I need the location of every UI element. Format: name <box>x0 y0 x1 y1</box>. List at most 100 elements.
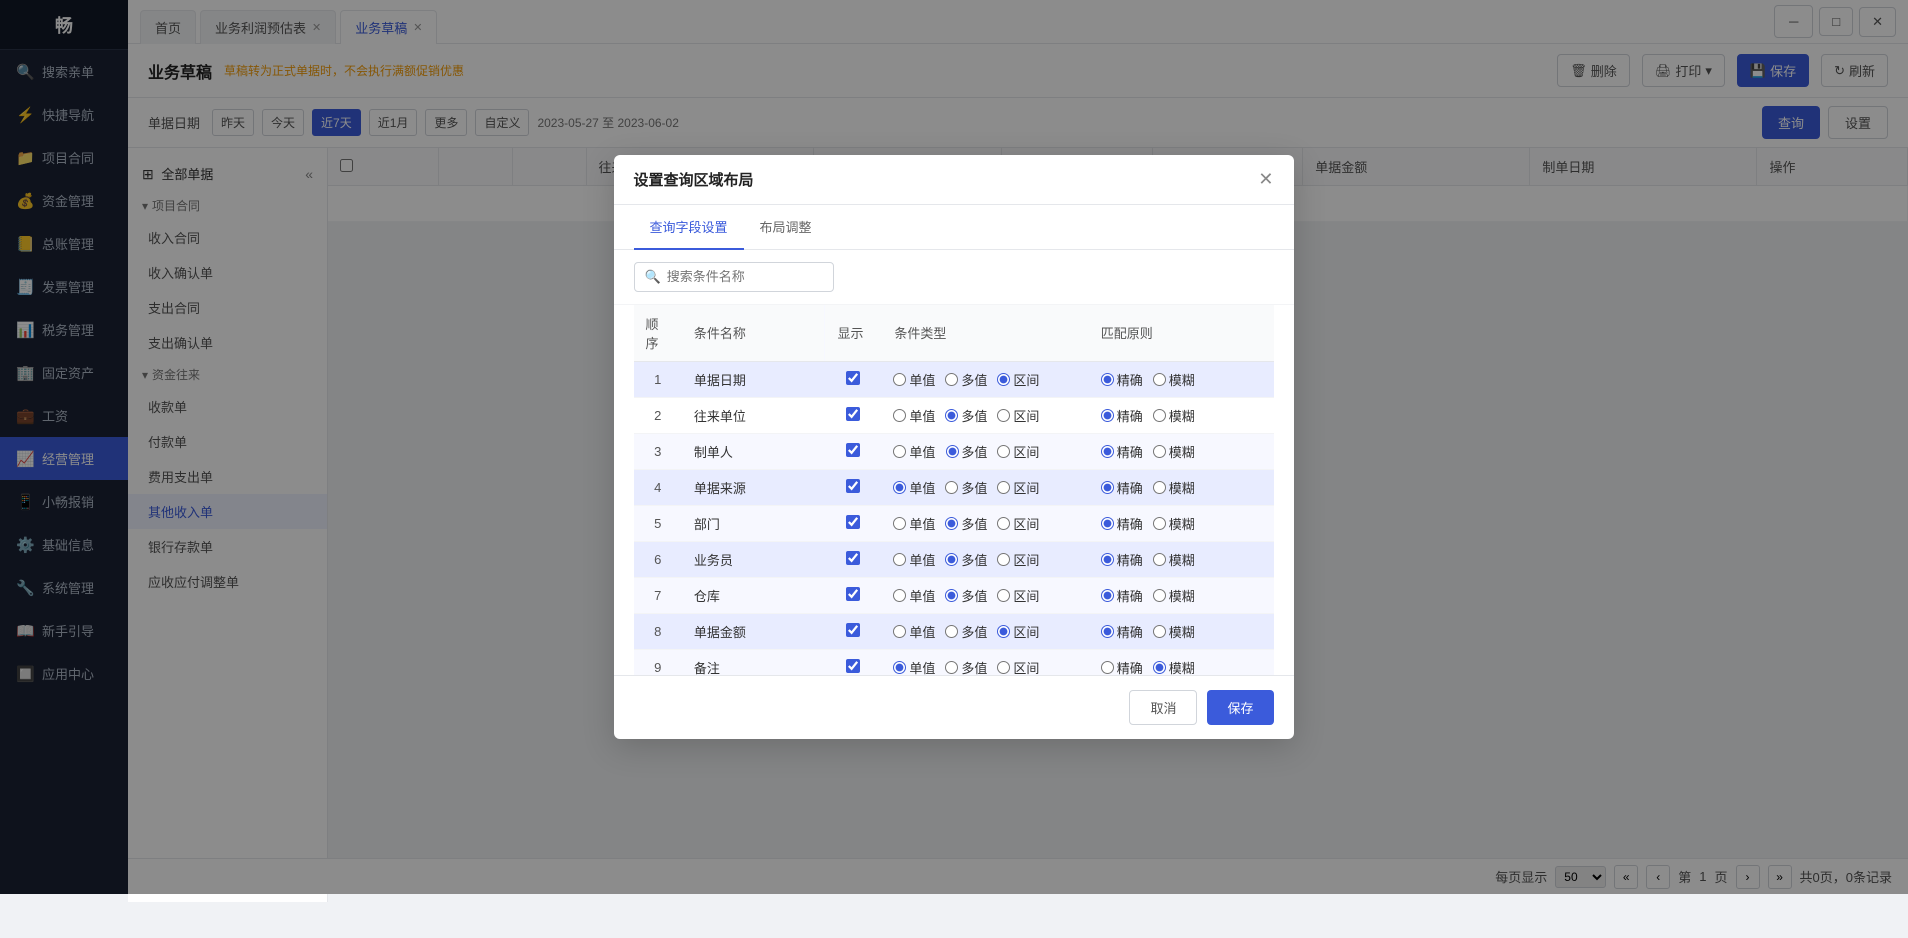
row-match-cell[interactable]: 精确模糊 <box>1089 578 1274 614</box>
type-radio-item[interactable]: 单值 <box>894 442 936 461</box>
row-show-cell[interactable] <box>825 398 882 434</box>
row-show-cell[interactable] <box>825 650 882 676</box>
row-show-cell[interactable] <box>825 578 882 614</box>
row-type-cell[interactable]: 单值多值区间 <box>882 434 1089 470</box>
row-order: 1 <box>634 362 682 398</box>
type-radio-item[interactable]: 多值 <box>946 478 988 497</box>
cancel-button[interactable]: 取消 <box>1130 690 1198 725</box>
type-radio-item[interactable]: 多值 <box>946 442 988 461</box>
modal-close-button[interactable]: ✕ <box>1259 169 1274 190</box>
row-type-cell[interactable]: 单值多值区间 <box>882 650 1089 676</box>
row-match-cell[interactable]: 精确模糊 <box>1089 398 1274 434</box>
modal-search-input[interactable] <box>667 270 827 285</box>
settings-table-row: 6业务员单值多值区间精确模糊 <box>634 542 1274 578</box>
row-condition-name: 部门 <box>682 506 825 542</box>
show-checkbox[interactable] <box>846 515 860 529</box>
type-radio-item[interactable]: 单值 <box>894 622 936 641</box>
modal-body: 查询字段设置 布局调整 🔍 顺序 条件名称 显示 条件类型 <box>614 205 1294 675</box>
type-radio-item[interactable]: 区间 <box>998 406 1040 425</box>
match-radio-item[interactable]: 模糊 <box>1153 406 1195 425</box>
row-match-cell[interactable]: 精确模糊 <box>1089 362 1274 398</box>
type-radio-item[interactable]: 单值 <box>894 478 936 497</box>
match-radio-item[interactable]: 模糊 <box>1153 442 1195 461</box>
match-radio-item[interactable]: 精确 <box>1101 622 1143 641</box>
match-radio-item[interactable]: 精确 <box>1101 514 1143 533</box>
type-radio-item[interactable]: 多值 <box>946 550 988 569</box>
match-radio-item[interactable]: 精确 <box>1101 658 1143 675</box>
show-checkbox[interactable] <box>846 371 860 385</box>
row-order: 2 <box>634 398 682 434</box>
row-match-cell[interactable]: 精确模糊 <box>1089 650 1274 676</box>
match-radio-item[interactable]: 精确 <box>1101 370 1143 389</box>
match-radio-item[interactable]: 精确 <box>1101 586 1143 605</box>
row-type-cell[interactable]: 单值多值区间 <box>882 470 1089 506</box>
show-checkbox[interactable] <box>846 443 860 457</box>
match-radio-item[interactable]: 精确 <box>1101 478 1143 497</box>
match-radio-item[interactable]: 精确 <box>1101 442 1143 461</box>
show-checkbox[interactable] <box>846 479 860 493</box>
type-radio-item[interactable]: 区间 <box>998 622 1040 641</box>
row-show-cell[interactable] <box>825 614 882 650</box>
type-radio-item[interactable]: 单值 <box>894 406 936 425</box>
match-radio-item[interactable]: 精确 <box>1101 406 1143 425</box>
match-radio-item[interactable]: 模糊 <box>1153 370 1195 389</box>
modal-footer: 取消 保存 <box>614 675 1294 739</box>
row-type-cell[interactable]: 单值多值区间 <box>882 542 1089 578</box>
type-radio-item[interactable]: 区间 <box>998 514 1040 533</box>
row-type-cell[interactable]: 单值多值区间 <box>882 398 1089 434</box>
show-checkbox[interactable] <box>846 659 860 673</box>
show-checkbox[interactable] <box>846 623 860 637</box>
modal-save-button[interactable]: 保存 <box>1208 690 1274 725</box>
row-order: 7 <box>634 578 682 614</box>
type-radio-item[interactable]: 多值 <box>946 622 988 641</box>
row-show-cell[interactable] <box>825 362 882 398</box>
type-radio-item[interactable]: 多值 <box>946 514 988 533</box>
match-radio-item[interactable]: 模糊 <box>1153 622 1195 641</box>
row-match-cell[interactable]: 精确模糊 <box>1089 434 1274 470</box>
type-radio-item[interactable]: 区间 <box>998 658 1040 675</box>
type-radio-item[interactable]: 区间 <box>998 478 1040 497</box>
row-match-cell[interactable]: 精确模糊 <box>1089 542 1274 578</box>
show-checkbox[interactable] <box>846 551 860 565</box>
match-radio-item[interactable]: 模糊 <box>1153 550 1195 569</box>
row-type-cell[interactable]: 单值多值区间 <box>882 362 1089 398</box>
type-radio-item[interactable]: 多值 <box>946 658 988 675</box>
match-radio-item[interactable]: 精确 <box>1101 550 1143 569</box>
type-radio-item[interactable]: 区间 <box>998 586 1040 605</box>
type-radio-item[interactable]: 区间 <box>998 370 1040 389</box>
row-show-cell[interactable] <box>825 470 882 506</box>
row-match-cell[interactable]: 精确模糊 <box>1089 506 1274 542</box>
type-radio-item[interactable]: 区间 <box>998 550 1040 569</box>
row-order: 9 <box>634 650 682 676</box>
show-checkbox[interactable] <box>846 407 860 421</box>
th-match: 匹配原则 <box>1089 305 1274 362</box>
type-radio-item[interactable]: 多值 <box>946 586 988 605</box>
modal-tabs: 查询字段设置 布局调整 <box>614 205 1294 250</box>
match-radio-item[interactable]: 模糊 <box>1153 514 1195 533</box>
row-match-cell[interactable]: 精确模糊 <box>1089 470 1274 506</box>
type-radio-item[interactable]: 多值 <box>946 370 988 389</box>
row-show-cell[interactable] <box>825 542 882 578</box>
search-input-wrap: 🔍 <box>634 262 834 292</box>
match-radio-item[interactable]: 模糊 <box>1153 478 1195 497</box>
tab-field-settings[interactable]: 查询字段设置 <box>634 205 744 250</box>
row-show-cell[interactable] <box>825 506 882 542</box>
type-radio-item[interactable]: 区间 <box>998 442 1040 461</box>
row-show-cell[interactable] <box>825 434 882 470</box>
show-checkbox[interactable] <box>846 587 860 601</box>
match-radio-item[interactable]: 模糊 <box>1153 658 1195 675</box>
type-radio-item[interactable]: 单值 <box>894 514 936 533</box>
type-radio-item[interactable]: 多值 <box>946 406 988 425</box>
row-type-cell[interactable]: 单值多值区间 <box>882 578 1089 614</box>
type-radio-item[interactable]: 单值 <box>894 550 936 569</box>
row-type-cell[interactable]: 单值多值区间 <box>882 614 1089 650</box>
row-order: 3 <box>634 434 682 470</box>
tab-layout-adjust[interactable]: 布局调整 <box>744 205 828 250</box>
search-icon: 🔍 <box>645 269 661 285</box>
type-radio-item[interactable]: 单值 <box>894 658 936 675</box>
type-radio-item[interactable]: 单值 <box>894 586 936 605</box>
match-radio-item[interactable]: 模糊 <box>1153 586 1195 605</box>
row-type-cell[interactable]: 单值多值区间 <box>882 506 1089 542</box>
type-radio-item[interactable]: 单值 <box>894 370 936 389</box>
row-match-cell[interactable]: 精确模糊 <box>1089 614 1274 650</box>
